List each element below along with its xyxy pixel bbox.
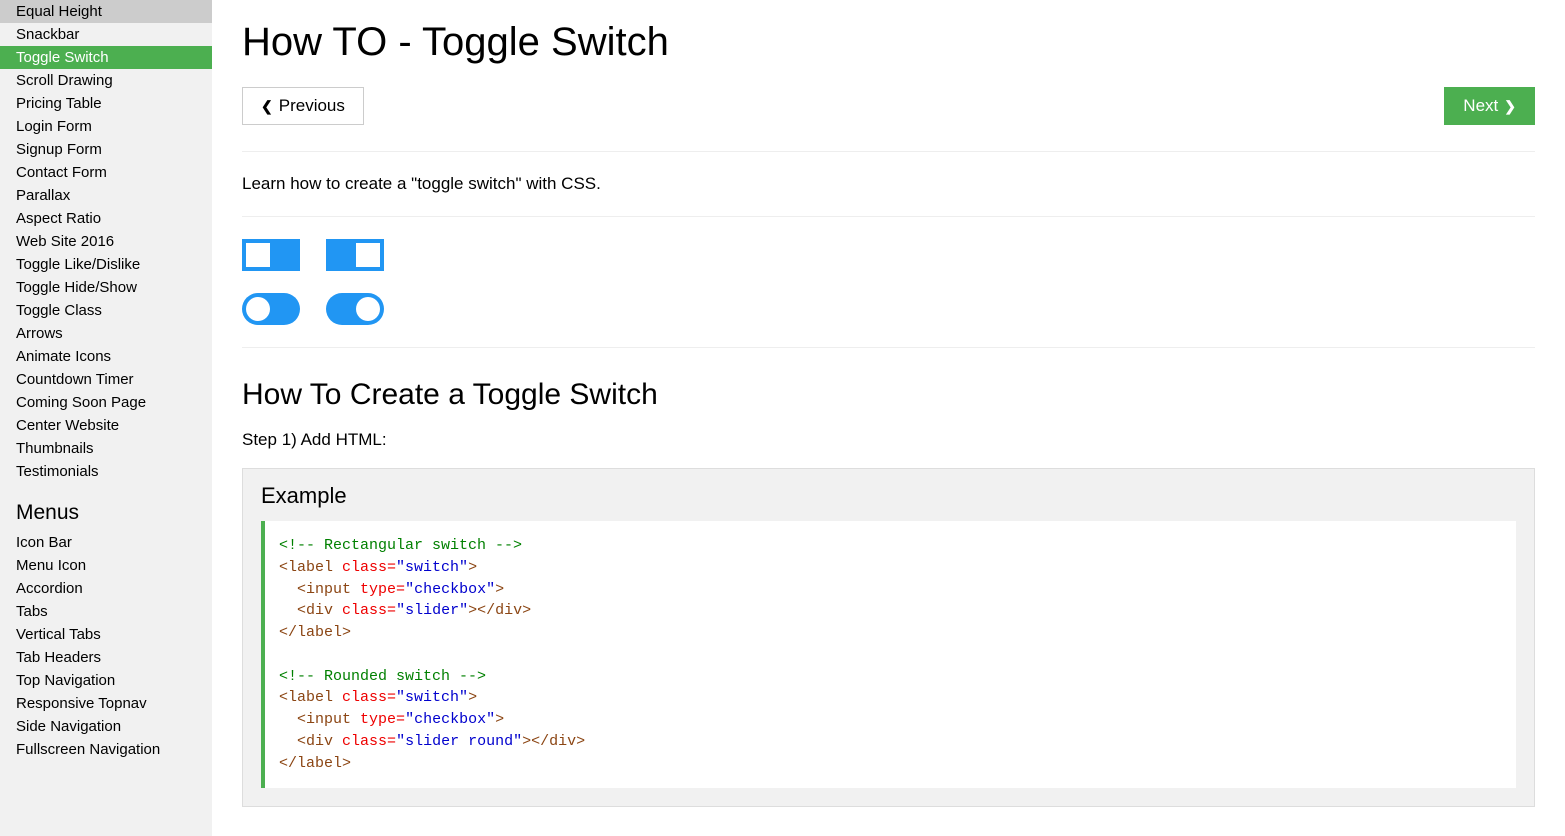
sidebar-item[interactable]: Menu Icon <box>0 554 212 577</box>
intro-text: Learn how to create a "toggle switch" wi… <box>242 174 1535 194</box>
sidebar-item[interactable]: Toggle Switch <box>0 46 212 69</box>
sidebar-item[interactable]: Toggle Hide/Show <box>0 276 212 299</box>
main-content: How TO - Toggle Switch ❮ Previous Next ❯… <box>212 0 1565 836</box>
sidebar-item[interactable]: Equal Height <box>0 0 212 23</box>
sidebar-item[interactable]: Top Navigation <box>0 669 212 692</box>
chevron-left-icon: ❮ <box>261 98 273 115</box>
rect-switch-off[interactable] <box>242 239 300 271</box>
next-button-label: Next <box>1463 96 1498 116</box>
divider <box>242 347 1535 348</box>
example-box: Example <!-- Rectangular switch --> <lab… <box>242 468 1535 807</box>
section-title: How To Create a Toggle Switch <box>242 378 1535 412</box>
sidebar-item[interactable]: Responsive Topnav <box>0 692 212 715</box>
sidebar-item[interactable]: Vertical Tabs <box>0 623 212 646</box>
sidebar-item[interactable]: Parallax <box>0 184 212 207</box>
next-button[interactable]: Next ❯ <box>1444 87 1535 125</box>
sidebar-item[interactable]: Signup Form <box>0 138 212 161</box>
sidebar: Equal HeightSnackbarToggle SwitchScroll … <box>0 0 212 836</box>
divider <box>242 151 1535 152</box>
pagination-row: ❮ Previous Next ❯ <box>242 87 1535 125</box>
sidebar-item[interactable]: Accordion <box>0 577 212 600</box>
sidebar-item[interactable]: Contact Form <box>0 161 212 184</box>
round-switch-on[interactable] <box>326 293 384 325</box>
sidebar-item[interactable]: Pricing Table <box>0 92 212 115</box>
sidebar-item[interactable]: Scroll Drawing <box>0 69 212 92</box>
sidebar-item[interactable]: Animate Icons <box>0 345 212 368</box>
sidebar-item[interactable]: Countdown Timer <box>0 368 212 391</box>
divider <box>242 216 1535 217</box>
sidebar-item[interactable]: Coming Soon Page <box>0 391 212 414</box>
previous-button-label: Previous <box>279 96 345 116</box>
rect-switch-on[interactable] <box>326 239 384 271</box>
rect-switch-row <box>242 239 1535 271</box>
sidebar-item[interactable]: Side Navigation <box>0 715 212 738</box>
sidebar-item[interactable]: Center Website <box>0 414 212 437</box>
sidebar-item[interactable]: Testimonials <box>0 460 212 483</box>
page-title: How TO - Toggle Switch <box>242 20 1535 65</box>
chevron-right-icon: ❯ <box>1504 98 1516 115</box>
example-heading: Example <box>261 483 1516 509</box>
previous-button[interactable]: ❮ Previous <box>242 87 364 125</box>
round-switch-row <box>242 293 1535 325</box>
sidebar-item[interactable]: Icon Bar <box>0 531 212 554</box>
sidebar-item[interactable]: Arrows <box>0 322 212 345</box>
code-block: <!-- Rectangular switch --> <label class… <box>261 521 1516 788</box>
step-label: Step 1) Add HTML: <box>242 430 1535 450</box>
sidebar-item[interactable]: Login Form <box>0 115 212 138</box>
sidebar-item[interactable]: Aspect Ratio <box>0 207 212 230</box>
sidebar-heading: Menus <box>0 483 212 531</box>
sidebar-item[interactable]: Toggle Like/Dislike <box>0 253 212 276</box>
sidebar-item[interactable]: Web Site 2016 <box>0 230 212 253</box>
sidebar-item[interactable]: Tab Headers <box>0 646 212 669</box>
round-switch-off[interactable] <box>242 293 300 325</box>
sidebar-item[interactable]: Thumbnails <box>0 437 212 460</box>
sidebar-item[interactable]: Toggle Class <box>0 299 212 322</box>
sidebar-item[interactable]: Fullscreen Navigation <box>0 738 212 761</box>
sidebar-item[interactable]: Tabs <box>0 600 212 623</box>
sidebar-item[interactable]: Snackbar <box>0 23 212 46</box>
